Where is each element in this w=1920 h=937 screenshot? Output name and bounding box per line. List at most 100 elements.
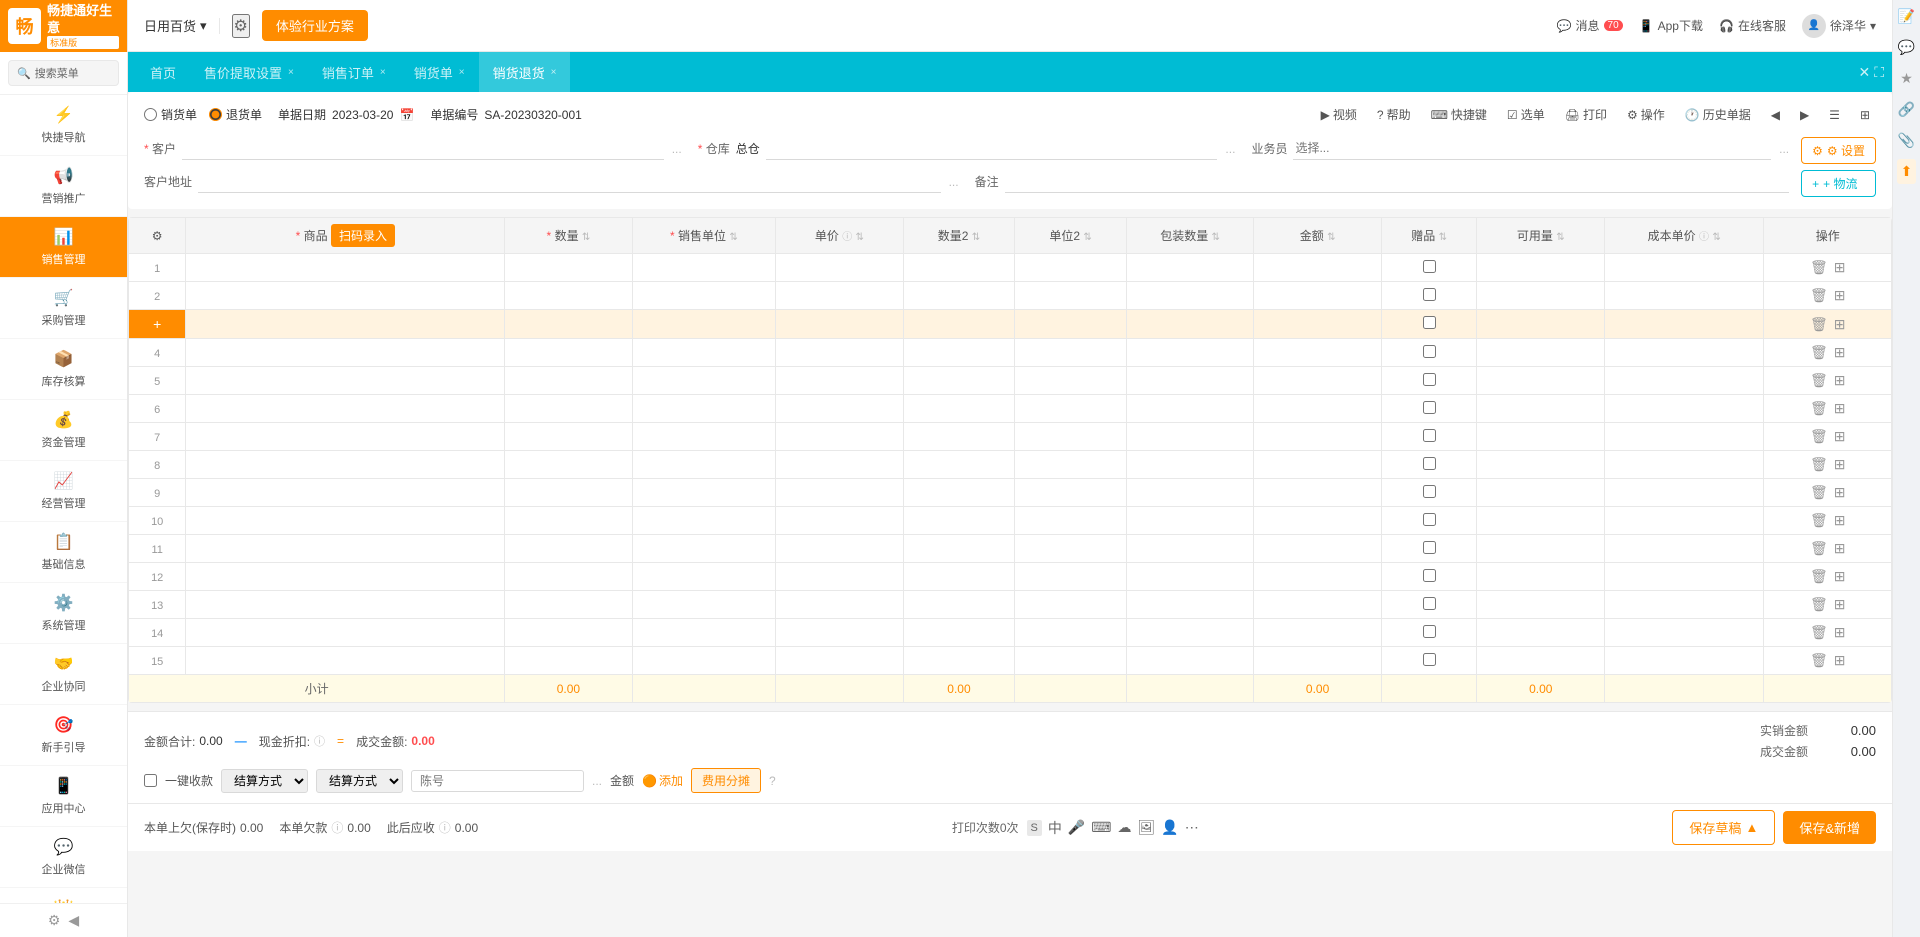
row-product-cell[interactable] [186,591,505,619]
sidebar-item-quick-nav[interactable]: ⚡ 快捷导航 [0,95,127,156]
return-radio[interactable] [209,108,222,121]
row-amount-cell[interactable] [1254,619,1382,647]
delete-row-btn[interactable]: 🗑 [1810,400,1828,417]
right-sidebar-icon-paperclip[interactable]: 📎 [1894,128,1919,153]
delete-row-btn[interactable]: 🗑 [1810,372,1828,389]
row-quantity2-cell[interactable] [903,395,1015,423]
sidebar-item-new-guide[interactable]: 🎯 新手引导 [0,705,127,766]
row-quantity2-cell[interactable] [903,339,1015,367]
sidebar-item-finance-mgmt[interactable]: 💰 资金管理 [0,400,127,461]
row-gift-cell[interactable] [1381,479,1477,507]
ime-icon-2[interactable]: 中 [1048,818,1062,838]
copy-row-btn[interactable]: ⊞ [1834,540,1846,557]
help-btn[interactable]: ? 帮助 [1371,104,1417,125]
add-row-btn[interactable]: + [147,314,167,334]
row-amount-cell[interactable] [1254,479,1382,507]
row-available-cell[interactable] [1477,423,1605,451]
row-unit-price-cell[interactable] [776,451,904,479]
tabbar-maximize-btn[interactable]: ⛶ [1874,64,1884,81]
topbar-settings-btn[interactable]: ⚙ [232,14,250,38]
row-sales-unit-cell[interactable] [632,254,775,282]
select-order-btn[interactable]: ☑ 选单 [1501,104,1551,125]
row-product-cell[interactable] [186,619,505,647]
video-btn[interactable]: ▶ 视频 [1315,104,1363,125]
row-quantity2-cell[interactable] [903,367,1015,395]
row-cost-price-cell[interactable] [1605,619,1764,647]
row-quantity-cell[interactable] [505,395,633,423]
row-unit-price-cell[interactable] [776,339,904,367]
address-ellipsis-btn[interactable]: ... [949,175,959,189]
row-gift-cell[interactable] [1381,339,1477,367]
row-sales-unit-cell[interactable] [632,507,775,535]
tab-sales-return-close[interactable]: × [551,67,557,78]
shortcut-btn[interactable]: ⌨ 快捷键 [1425,104,1493,125]
row-available-cell[interactable] [1477,479,1605,507]
row-gift-cell[interactable] [1381,423,1477,451]
col-gift-sort-icon[interactable]: ⇅ [1439,232,1447,243]
row-quantity2-cell[interactable] [903,563,1015,591]
row-product-cell[interactable] [186,535,505,563]
row-pack-qty-cell[interactable] [1126,451,1254,479]
prev-record-btn[interactable]: ◀ [1765,106,1786,124]
row-sales-unit-cell[interactable] [632,423,775,451]
settings-side-btn[interactable]: ⚙ ⚙ 设置 [1801,137,1876,164]
ime-icon-5[interactable]: ☁ [1118,819,1132,836]
history-btn[interactable]: 🕐 历史单据 [1679,104,1757,125]
row-pack-qty-cell[interactable] [1126,282,1254,310]
row-unit-price-cell[interactable] [776,619,904,647]
row-pack-qty-cell[interactable] [1126,423,1254,451]
row-product-cell[interactable] [186,254,505,282]
collapse-sidebar-icon[interactable]: ◀ [68,912,79,929]
row-unit-price-cell[interactable] [776,367,904,395]
sidebar-item-inventory-calc[interactable]: 📦 库存核算 [0,339,127,400]
copy-row-btn[interactable]: ⊞ [1834,287,1846,304]
copy-row-btn[interactable]: ⊞ [1834,456,1846,473]
add-payment-btn[interactable]: 🟠 添加 [642,772,683,789]
settle-method-select[interactable]: 结算方式 [221,769,308,793]
sidebar-item-operations-mgmt[interactable]: 📈 经营管理 [0,461,127,522]
right-sidebar-icon-note[interactable]: 📝 [1894,4,1919,29]
row-quantity2-cell[interactable] [903,310,1015,339]
copy-row-btn[interactable]: ⊞ [1834,400,1846,417]
row-gift-cell[interactable] [1381,619,1477,647]
copy-row-btn[interactable]: ⊞ [1834,652,1846,669]
right-sidebar-icon-link[interactable]: 🔗 [1894,97,1919,122]
row-pack-qty-cell[interactable] [1126,535,1254,563]
row-available-cell[interactable] [1477,339,1605,367]
delete-row-btn[interactable]: 🗑 [1810,287,1828,304]
row-gift-cell[interactable] [1381,647,1477,675]
row-unit2-cell[interactable] [1015,395,1127,423]
row-sales-unit-cell[interactable] [632,451,775,479]
row-cost-price-cell[interactable] [1605,367,1764,395]
row-quantity2-cell[interactable] [903,282,1015,310]
row-unit2-cell[interactable] [1015,339,1127,367]
fees-btn[interactable]: 费用分摊 [691,768,761,793]
row-unit2-cell[interactable] [1015,507,1127,535]
online-service-btn[interactable]: 🎧 在线客服 [1719,17,1786,34]
calc-method-select[interactable]: 结算方式 [316,769,403,793]
row-unit2-cell[interactable] [1015,367,1127,395]
gift-checkbox[interactable] [1423,485,1436,498]
sidebar-item-app-center[interactable]: 📱 应用中心 [0,766,127,827]
row-quantity2-cell[interactable] [903,591,1015,619]
sidebar-item-vip[interactable]: 👑 畅会员 [0,888,127,903]
row-unit2-cell[interactable] [1015,619,1127,647]
row-cost-price-cell[interactable] [1605,647,1764,675]
row-gift-cell[interactable] [1381,395,1477,423]
row-amount-cell[interactable] [1254,367,1382,395]
row-quantity-cell[interactable] [505,535,633,563]
customer-input[interactable] [182,137,664,160]
search-menu-btn[interactable]: 🔍 搜索菜单 [8,60,119,86]
right-sidebar-icon-chat[interactable]: 💬 [1894,35,1919,60]
row-sales-unit-cell[interactable] [632,619,775,647]
gift-checkbox[interactable] [1423,513,1436,526]
tab-sales-order[interactable]: 销售订单 × [308,52,400,92]
row-cost-price-cell[interactable] [1605,591,1764,619]
row-cost-price-cell[interactable] [1605,563,1764,591]
settings-bottom-icon[interactable]: ⚙ [48,912,61,929]
row-quantity-cell[interactable] [505,339,633,367]
row-amount-cell[interactable] [1254,423,1382,451]
row-cost-price-cell[interactable] [1605,507,1764,535]
ime-icon-8[interactable]: ⋯ [1185,819,1199,836]
tab-home[interactable]: 首页 [136,52,190,92]
